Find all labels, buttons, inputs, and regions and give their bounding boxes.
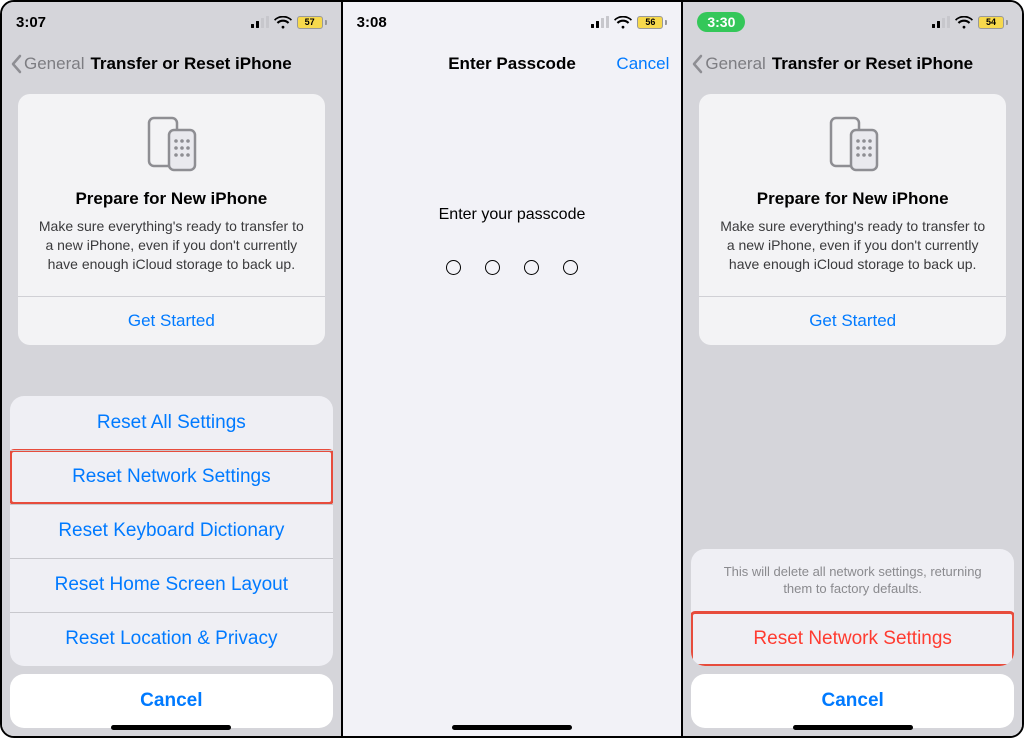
home-indicator[interactable] [452, 725, 572, 730]
home-indicator[interactable] [793, 725, 913, 730]
screen-reset-options: 3:07 57 General Transfer or Reset iPhone [2, 2, 341, 736]
status-time: 3:07 [16, 14, 46, 31]
prepare-card: Prepare for New iPhone Make sure everyth… [699, 94, 1006, 345]
status-bar: 3:07 57 [2, 2, 341, 42]
action-sheet: Reset All Settings Reset Network Setting… [2, 396, 341, 736]
passcode-dots[interactable] [446, 260, 578, 275]
nav-back-label: General [705, 54, 765, 74]
passcode-prompt: Enter your passcode [439, 206, 586, 224]
screen-passcode: 3:08 56 Enter Passcode Cancel Enter your… [341, 2, 682, 736]
reset-network-settings-button[interactable]: Reset Network Settings [10, 450, 333, 504]
devices-icon [139, 114, 203, 179]
passcode-dot [446, 260, 461, 275]
cancel-button[interactable]: Cancel [616, 54, 669, 74]
confirm-sheet: This will delete all network settings, r… [691, 549, 1014, 666]
passcode-dot [524, 260, 539, 275]
home-indicator[interactable] [111, 725, 231, 730]
reset-options-list: Reset All Settings Reset Network Setting… [10, 396, 333, 666]
prepare-card: Prepare for New iPhone Make sure everyth… [18, 94, 325, 345]
battery-icon: 57 [297, 16, 327, 29]
nav-back-button[interactable]: General [10, 54, 84, 74]
chevron-left-icon [10, 54, 22, 74]
nav-bar: General Transfer or Reset iPhone [2, 42, 341, 86]
passcode-dot [485, 260, 500, 275]
status-time: 3:08 [357, 14, 387, 31]
nav-title: Transfer or Reset iPhone [772, 54, 973, 74]
action-sheet: This will delete all network settings, r… [683, 549, 1022, 736]
passcode-dot [563, 260, 578, 275]
battery-icon: 54 [978, 16, 1008, 29]
card-description: Make sure everything's ready to transfer… [713, 217, 992, 274]
chevron-left-icon [691, 54, 703, 74]
battery-icon: 56 [637, 16, 667, 29]
screen-confirm-reset: 3:30 54 General Transfer or Reset iPhone [681, 2, 1022, 736]
reset-location-privacy-button[interactable]: Reset Location & Privacy [10, 612, 333, 666]
confirm-message: This will delete all network settings, r… [691, 549, 1014, 612]
wifi-icon [614, 16, 632, 29]
status-bar: 3:08 56 [343, 2, 682, 42]
reset-keyboard-dictionary-button[interactable]: Reset Keyboard Dictionary [10, 504, 333, 558]
cancel-button[interactable]: Cancel [10, 674, 333, 728]
status-bar: 3:30 54 [683, 2, 1022, 42]
reset-home-screen-layout-button[interactable]: Reset Home Screen Layout [10, 558, 333, 612]
get-started-button[interactable]: Get Started [713, 297, 992, 345]
card-title: Prepare for New iPhone [75, 189, 267, 209]
card-description: Make sure everything's ready to transfer… [32, 217, 311, 274]
nav-back-label: General [24, 54, 84, 74]
card-title: Prepare for New iPhone [757, 189, 949, 209]
devices-icon [821, 114, 885, 179]
reset-all-settings-button[interactable]: Reset All Settings [10, 396, 333, 450]
get-started-button[interactable]: Get Started [32, 297, 311, 345]
cancel-button[interactable]: Cancel [691, 674, 1014, 728]
confirm-reset-network-button[interactable]: Reset Network Settings [691, 612, 1014, 666]
nav-title: Transfer or Reset iPhone [90, 54, 291, 74]
wifi-icon [274, 16, 292, 29]
cellular-icon [591, 16, 609, 28]
nav-bar: General Transfer or Reset iPhone [683, 42, 1022, 86]
nav-back-button[interactable]: General [691, 54, 765, 74]
nav-bar: Enter Passcode Cancel [343, 42, 682, 86]
status-time-pill[interactable]: 3:30 [697, 12, 745, 32]
passcode-area: Enter your passcode [343, 86, 682, 736]
wifi-icon [955, 16, 973, 29]
cellular-icon [932, 16, 950, 28]
cellular-icon [251, 16, 269, 28]
